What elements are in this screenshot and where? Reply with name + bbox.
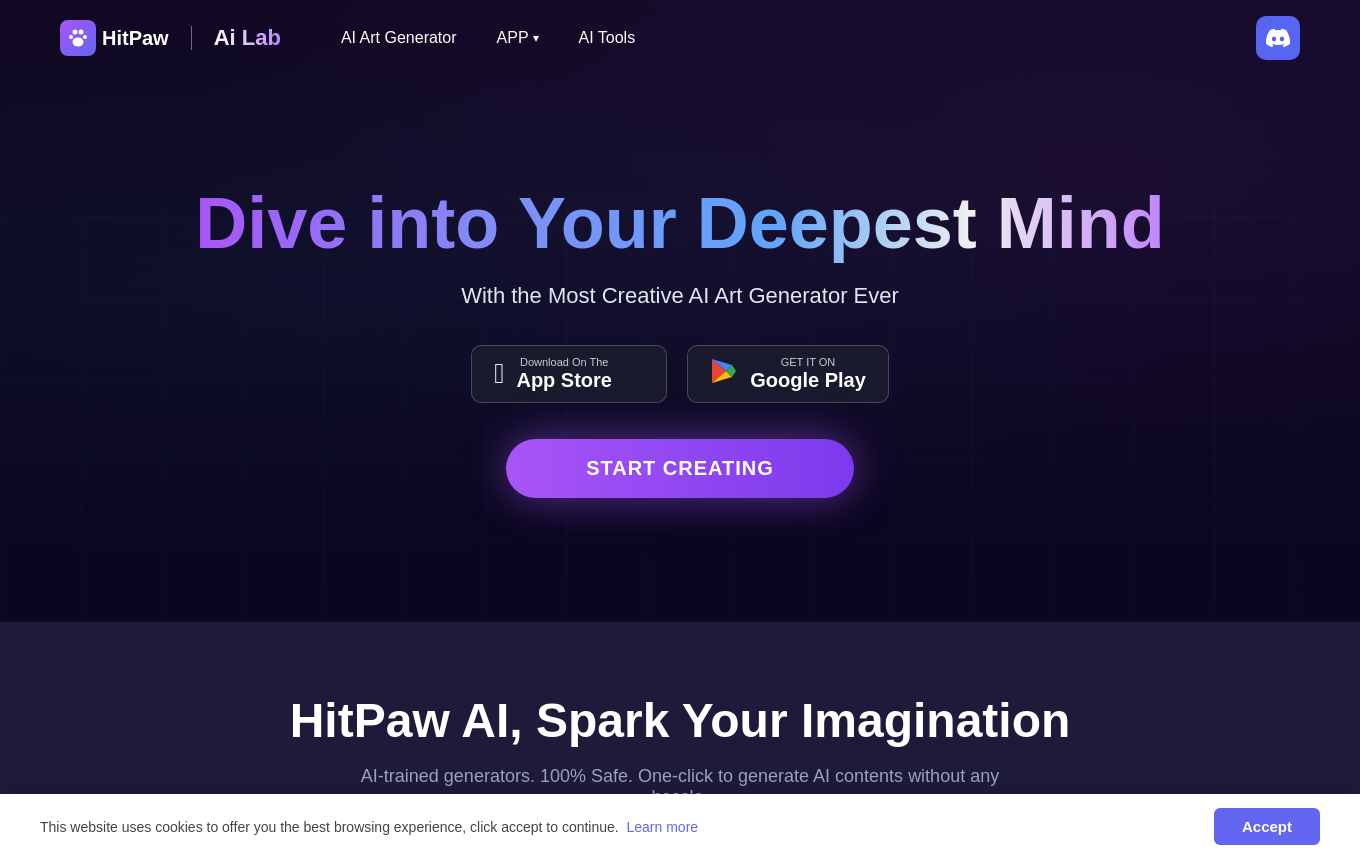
hero-section: Dive into Your Deepest Mind With the Mos… xyxy=(0,0,1360,622)
discord-button[interactable] xyxy=(1256,16,1300,60)
google-play-icon xyxy=(710,357,738,392)
google-play-text: GET IT ON Google Play xyxy=(750,356,866,392)
svg-point-4 xyxy=(73,38,84,47)
hitpaw-text: HitPaw xyxy=(102,27,169,50)
svg-point-1 xyxy=(79,30,84,35)
hitpaw-paw-icon xyxy=(60,20,96,56)
svg-point-0 xyxy=(73,30,78,35)
start-creating-button[interactable]: START CREATING xyxy=(506,439,854,498)
ailab-logo: Ai Lab xyxy=(214,25,281,51)
google-play-button[interactable]: GET IT ON Google Play xyxy=(687,345,889,403)
logo-divider xyxy=(191,26,192,50)
nav-links: AI Art Generator APP ▾ AI Tools xyxy=(341,29,1256,47)
store-buttons:  Download On The App Store GET IT ON xyxy=(195,345,1164,403)
svg-point-3 xyxy=(83,35,87,39)
nav-app[interactable]: APP ▾ xyxy=(497,29,539,47)
cookie-learn-more-link[interactable]: Learn more xyxy=(627,819,699,835)
nav-right xyxy=(1256,16,1300,60)
app-store-button[interactable]:  Download On The App Store xyxy=(471,345,667,403)
app-store-text: Download On The App Store xyxy=(516,356,612,392)
cookie-banner: This website uses cookies to offer you t… xyxy=(0,794,1360,859)
nav-ai-art-generator[interactable]: AI Art Generator xyxy=(341,29,457,47)
svg-point-2 xyxy=(69,35,73,39)
hero-content: Dive into Your Deepest Mind With the Mos… xyxy=(195,124,1164,498)
app-dropdown-chevron: ▾ xyxy=(533,31,539,45)
hitpaw-logo[interactable]: HitPaw xyxy=(60,20,169,56)
cookie-text: This website uses cookies to offer you t… xyxy=(40,819,698,835)
hero-title: Dive into Your Deepest Mind xyxy=(195,184,1164,263)
cookie-accept-button[interactable]: Accept xyxy=(1214,808,1320,845)
navbar: HitPaw Ai Lab AI Art Generator APP ▾ AI … xyxy=(0,0,1360,76)
hero-subtitle: With the Most Creative AI Art Generator … xyxy=(195,283,1164,309)
lower-title: HitPaw AI, Spark Your Imagination xyxy=(290,693,1071,748)
nav-ai-tools[interactable]: AI Tools xyxy=(579,29,636,47)
apple-icon:  xyxy=(494,360,504,388)
logo-area: HitPaw Ai Lab xyxy=(60,20,281,56)
